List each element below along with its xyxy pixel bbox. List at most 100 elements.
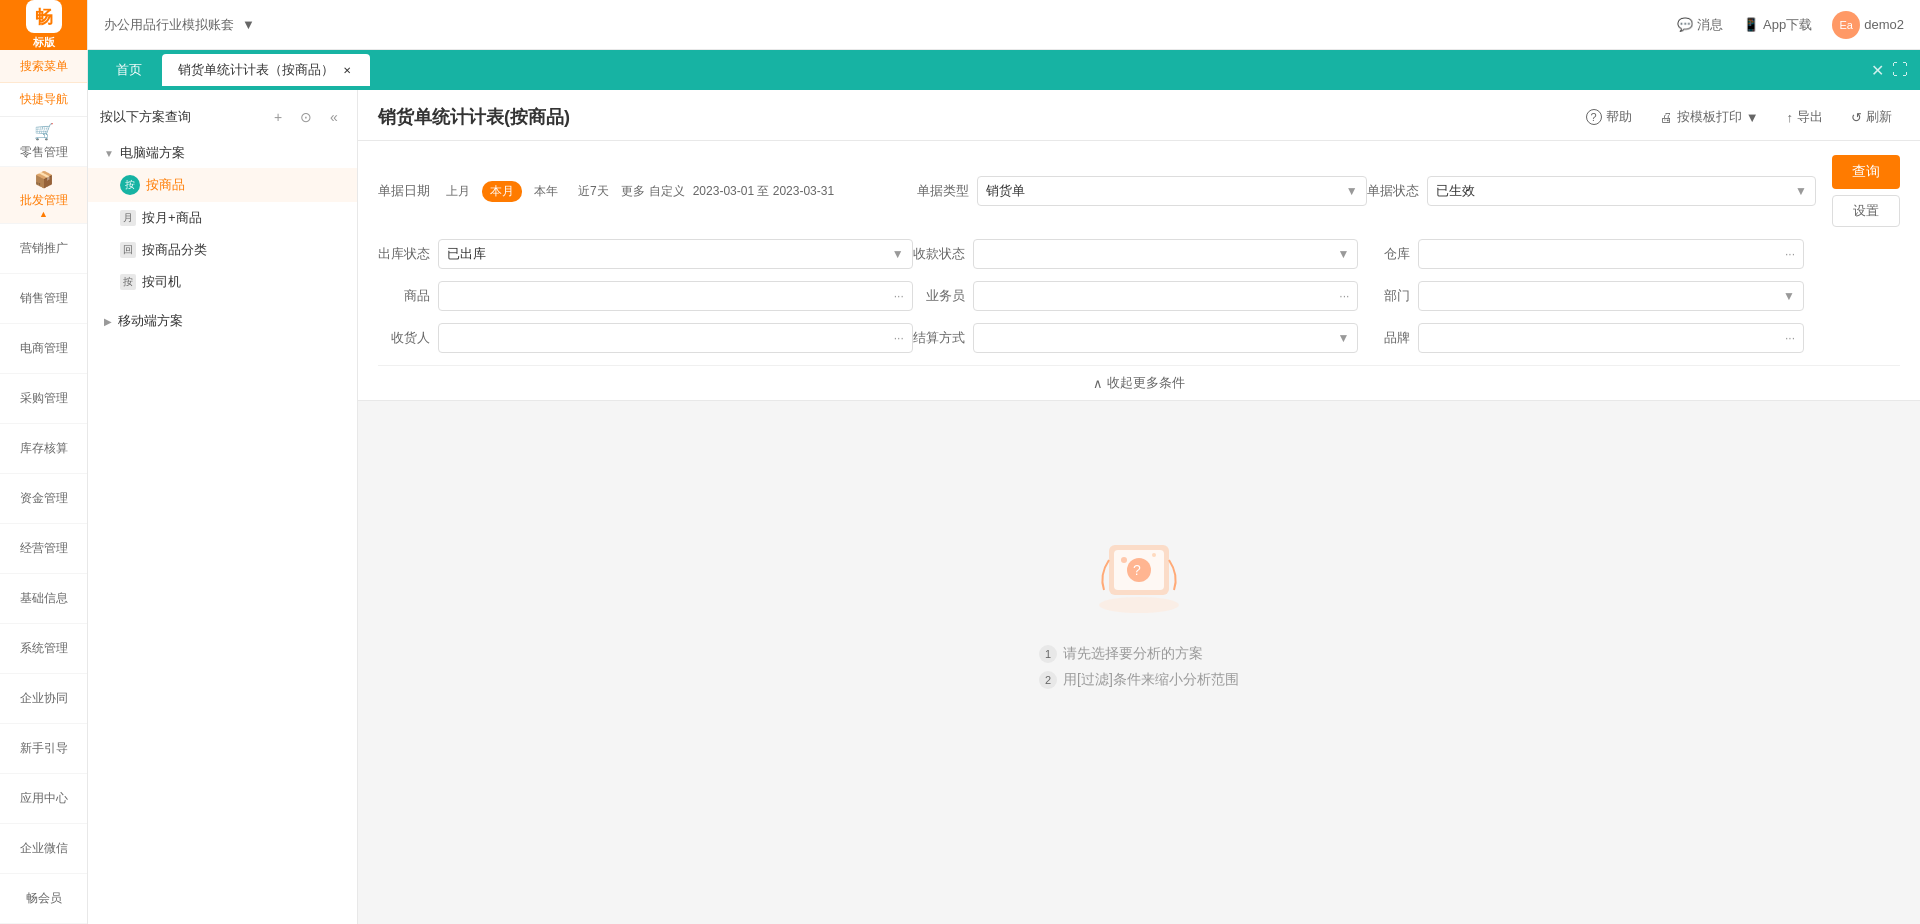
sidebar-item-newbie[interactable]: 新手引导 bbox=[0, 724, 88, 774]
filter-receipt-group: 收款状态 ▼ bbox=[913, 239, 1359, 269]
user-avatar-area[interactable]: Ea demo2 bbox=[1832, 11, 1904, 39]
tree-item-by-category[interactable]: 回 按商品分类 bbox=[88, 234, 357, 266]
refresh-button[interactable]: ↺ 刷新 bbox=[1843, 104, 1900, 130]
sidebar-item-ecommerce[interactable]: 电商管理 bbox=[0, 324, 88, 374]
chevron-down-icon: ▼ bbox=[104, 148, 114, 159]
tab-maximize-icon[interactable]: ⛶ bbox=[1892, 61, 1908, 79]
tip-num-1: 1 bbox=[1039, 645, 1057, 663]
date-current-year[interactable]: 本年 bbox=[526, 181, 566, 202]
sidebar-item-enterprise[interactable]: 企业协同 bbox=[0, 674, 88, 724]
print-icon: 🖨 bbox=[1660, 110, 1673, 125]
sidebar-item-basic[interactable]: 基础信息 bbox=[0, 574, 88, 624]
app-download-label: App下载 bbox=[1763, 16, 1812, 34]
warehouse-input[interactable]: ··· bbox=[1418, 239, 1804, 269]
export-button[interactable]: ↑ 导出 bbox=[1779, 104, 1832, 130]
date-badges-area: 上月 本月 本年 近7天 更多 自定义 bbox=[438, 181, 685, 202]
brand-input[interactable]: ··· bbox=[1418, 323, 1804, 353]
filter-receiver-group: 收货人 ··· bbox=[378, 323, 913, 353]
svg-text:?: ? bbox=[1133, 562, 1141, 578]
by-category-icon: 回 bbox=[120, 242, 136, 258]
tab-close-icon[interactable]: ✕ bbox=[340, 63, 354, 77]
print-button[interactable]: 🖨 按模板打印 ▼ bbox=[1652, 104, 1767, 130]
status-label: 单据状态 bbox=[1367, 182, 1427, 200]
page-title: 销货单统计计表(按商品) bbox=[378, 105, 570, 129]
date-label: 单据日期 bbox=[378, 182, 438, 200]
date-more[interactable]: 更多 bbox=[621, 183, 645, 200]
sidebar-item-label: 营销推广 bbox=[20, 240, 68, 257]
query-button[interactable]: 查询 bbox=[1832, 155, 1900, 189]
collapse-button[interactable]: ∧ 收起更多条件 bbox=[378, 365, 1900, 400]
dept-select[interactable]: ▼ bbox=[1418, 281, 1804, 311]
quick-nav-label: 快捷导航 bbox=[20, 91, 68, 108]
app-download-button[interactable]: 📱 App下载 bbox=[1743, 16, 1812, 34]
sidebar-item-wholesale[interactable]: 📦 批发管理 ▲ bbox=[0, 167, 88, 225]
filter-status-group: 单据状态 已生效 ▼ bbox=[1367, 176, 1816, 206]
sidebar-item-member[interactable]: 畅会员 bbox=[0, 874, 88, 924]
tab-home[interactable]: 首页 bbox=[100, 54, 158, 86]
sidebar-item-label: 零售管理 bbox=[20, 144, 68, 161]
top-header: 办公用品行业模拟账套 ▼ 💬 消息 📱 App下载 Ea demo2 bbox=[88, 0, 1920, 50]
date-last-month[interactable]: 上月 bbox=[438, 181, 478, 202]
type-value: 销货单 bbox=[986, 182, 1345, 200]
sidebar-item-system[interactable]: 系统管理 bbox=[0, 624, 88, 674]
receipt-select[interactable]: ▼ bbox=[973, 239, 1359, 269]
status-select[interactable]: 已生效 ▼ bbox=[1427, 176, 1816, 206]
date-current-month[interactable]: 本月 bbox=[482, 181, 522, 202]
date-last-7-days[interactable]: 近7天 bbox=[570, 181, 617, 202]
type-dropdown-icon: ▼ bbox=[1346, 184, 1358, 198]
sidebar-item-label: 采购管理 bbox=[20, 390, 68, 407]
staff-input[interactable]: ··· bbox=[973, 281, 1359, 311]
type-select[interactable]: 销货单 ▼ bbox=[977, 176, 1366, 206]
tab-report[interactable]: 销货单统计计表（按商品） ✕ bbox=[162, 54, 370, 86]
warehouse-dots: ··· bbox=[1785, 247, 1795, 261]
sidebar-item-retail[interactable]: 🛒 零售管理 bbox=[0, 117, 88, 167]
main-area: 办公用品行业模拟账套 ▼ 💬 消息 📱 App下载 Ea demo2 首页 bbox=[88, 0, 1920, 924]
search-menu-button[interactable]: 搜索菜单 bbox=[0, 50, 88, 83]
help-button[interactable]: ? 帮助 bbox=[1578, 104, 1640, 130]
sidebar-item-operation[interactable]: 经营管理 bbox=[0, 524, 88, 574]
date-custom[interactable]: 自定义 bbox=[649, 183, 685, 200]
tree-item-by-goods[interactable]: 按 按商品 bbox=[88, 168, 357, 202]
sidebar-item-purchase[interactable]: 采购管理 bbox=[0, 374, 88, 424]
tab-close-all-icon[interactable]: ✕ bbox=[1871, 61, 1884, 80]
quick-nav-button[interactable]: 快捷导航 bbox=[0, 83, 88, 116]
by-goods-label: 按商品 bbox=[146, 176, 185, 194]
search-menu-label: 搜索菜单 bbox=[20, 58, 68, 75]
tree-item-by-cashier[interactable]: 按 按司机 bbox=[88, 266, 357, 298]
filter-staff-group: 业务员 ··· bbox=[913, 281, 1359, 311]
sidebar-item-inventory[interactable]: 库存核算 bbox=[0, 424, 88, 474]
edit-scheme-icon[interactable]: ⊙ bbox=[295, 106, 317, 128]
goods-input[interactable]: ··· bbox=[438, 281, 913, 311]
refresh-icon: ↺ bbox=[1851, 110, 1862, 125]
out-select[interactable]: 已出库 ▼ bbox=[438, 239, 913, 269]
tab-report-label: 销货单统计计表（按商品） bbox=[178, 61, 334, 79]
sidebar-item-label: 企业协同 bbox=[20, 690, 68, 707]
message-button[interactable]: 💬 消息 bbox=[1677, 16, 1723, 34]
sidebar-item-finance[interactable]: 资金管理 bbox=[0, 474, 88, 524]
settings-button[interactable]: 设置 bbox=[1832, 195, 1900, 227]
sidebar-item-corpwechat[interactable]: 企业微信 bbox=[0, 824, 88, 874]
message-icon: 💬 bbox=[1677, 17, 1693, 32]
product-name-area: 办公用品行业模拟账套 ▼ bbox=[104, 16, 255, 34]
filter-brand-group: 品牌 ··· bbox=[1358, 323, 1804, 353]
sidebar-item-sales[interactable]: 销售管理 bbox=[0, 274, 88, 324]
product-dropdown-icon[interactable]: ▼ bbox=[242, 17, 255, 32]
print-label: 按模板打印 bbox=[1677, 108, 1742, 126]
type-label: 单据类型 bbox=[917, 182, 977, 200]
sidebar: 畅 标版 搜索菜单 快捷导航 🛒 零售管理 📦 批发管理 ▲ 营销推广 销售管理… bbox=[0, 0, 88, 924]
tree-parent-desktop[interactable]: ▼ 电脑端方案 bbox=[88, 138, 357, 168]
add-scheme-icon[interactable]: + bbox=[267, 106, 289, 128]
tab-home-label: 首页 bbox=[116, 61, 142, 79]
status-dropdown-icon: ▼ bbox=[1795, 184, 1807, 198]
paymethod-select[interactable]: ▼ bbox=[973, 323, 1359, 353]
sidebar-item-marketing[interactable]: 营销推广 bbox=[0, 224, 88, 274]
app-download-icon: 📱 bbox=[1743, 17, 1759, 32]
status-value: 已生效 bbox=[1436, 182, 1795, 200]
page-header: 销货单统计计表(按商品) ? 帮助 🖨 按模板打印 ▼ ↑ 导出 bbox=[358, 90, 1920, 141]
tree-parent-mobile[interactable]: ▶ 移动端方案 bbox=[88, 306, 357, 336]
sidebar-item-appcenter[interactable]: 应用中心 bbox=[0, 774, 88, 824]
product-name: 办公用品行业模拟账套 bbox=[104, 16, 234, 34]
collapse-panel-icon[interactable]: « bbox=[323, 106, 345, 128]
receiver-input[interactable]: ··· bbox=[438, 323, 913, 353]
tree-item-by-month-goods[interactable]: 月 按月+商品 bbox=[88, 202, 357, 234]
